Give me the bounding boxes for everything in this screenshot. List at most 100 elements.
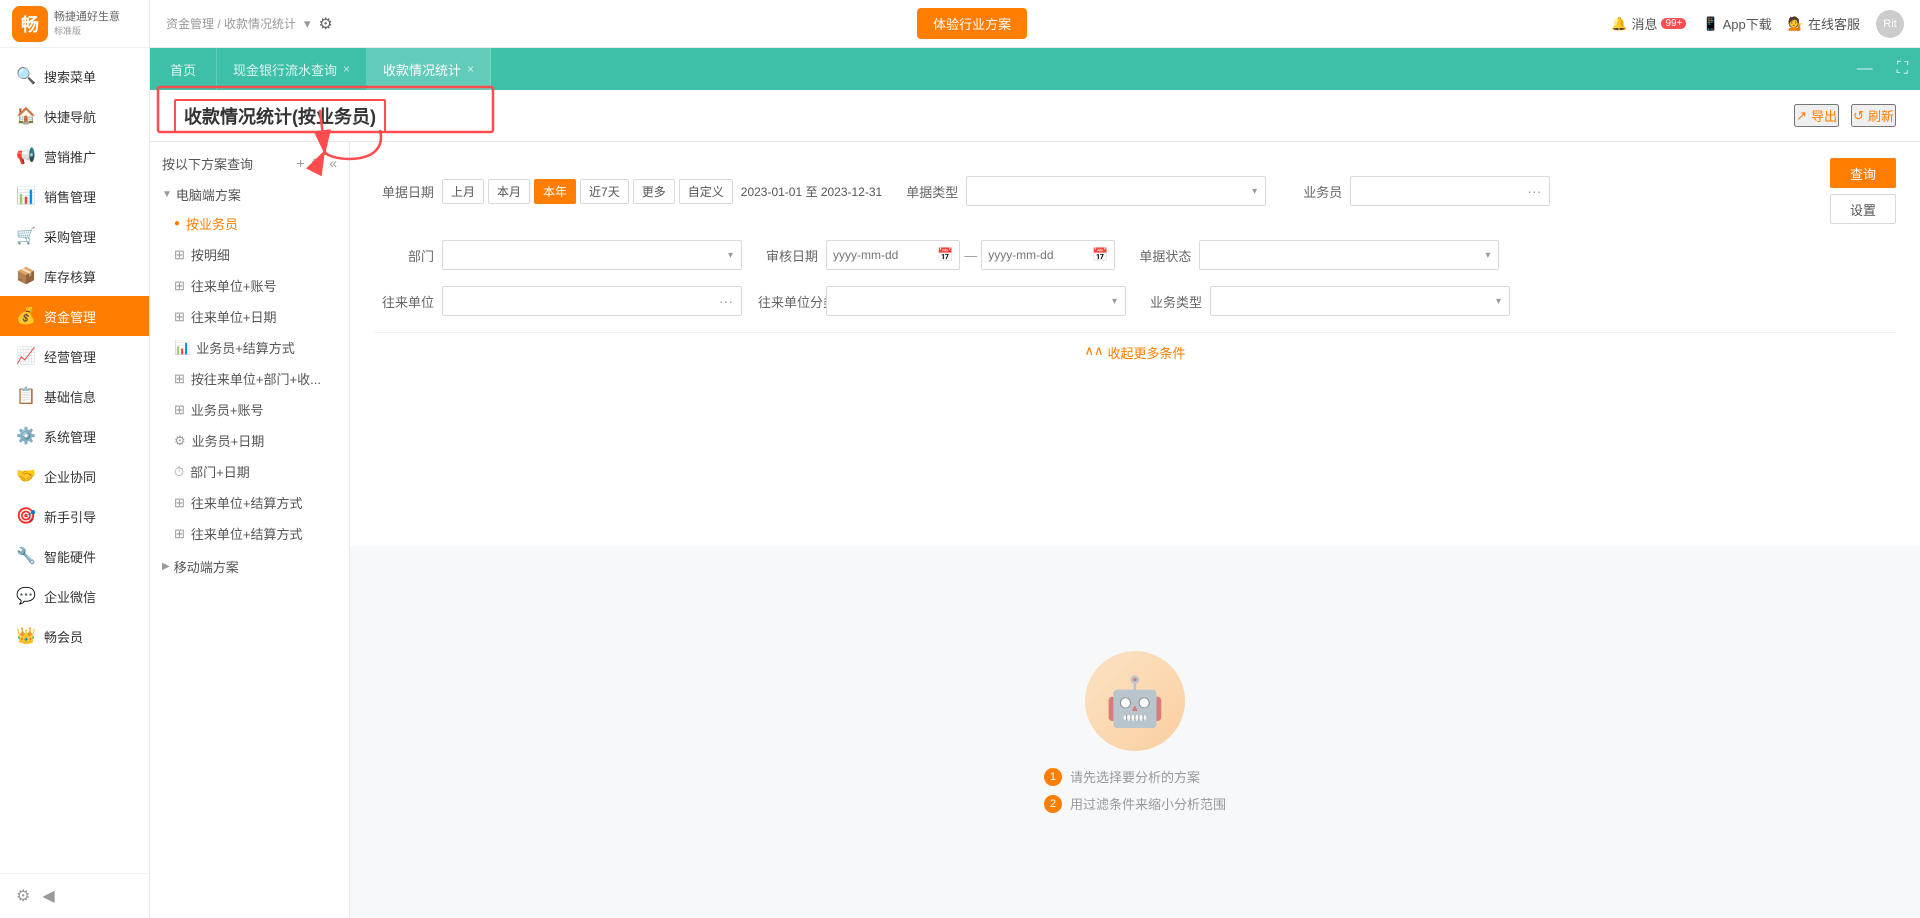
scheme-item-unit-settle2-label: 往来单位+结算方式 (191, 524, 303, 543)
biz-type-select[interactable]: ▾ (1210, 286, 1510, 316)
sidebar-item-finance[interactable]: 💰 资金管理 (0, 296, 149, 336)
scheme-item-staff-date-label: 业务员+日期 (192, 431, 265, 450)
scheme-item-staff-settle-label: 业务员+结算方式 (196, 338, 295, 357)
scheme-item-dept-date-label: 部门+日期 (190, 462, 250, 481)
scheme-item-unit-dept-collect[interactable]: ⊞ 按往来单位+部门+收... (150, 363, 349, 394)
tab-home[interactable]: 首页 (150, 48, 217, 90)
sidebar-item-sales[interactable]: 📊 销售管理 (0, 176, 149, 216)
bank-flow-tab-label: 现金银行流水查询 (233, 60, 337, 79)
filter-date-item: 单据日期 上月 本月 本年 近7天 更多 自定义 2023-01-01 至 20… (374, 179, 882, 204)
sidebar-item-operations[interactable]: 📈 经营管理 (0, 336, 149, 376)
sidebar-item-system[interactable]: ⚙️ 系统管理 (0, 416, 149, 456)
empty-step-1-label: 请先选择要分析的方案 (1070, 767, 1200, 786)
scheme-group-desktop-title[interactable]: ▼ 电脑端方案 (150, 181, 349, 208)
sidebar-item-enterprise[interactable]: 🤝 企业协同 (0, 456, 149, 496)
service-icon: 💁 (1788, 16, 1804, 32)
date-btn-this-month[interactable]: 本月 (488, 179, 530, 204)
purchase-icon: 🛒 (16, 226, 36, 246)
sidebar-settings-btn[interactable]: ⚙ (16, 886, 30, 906)
tab-collection-stats[interactable]: 收款情况统计 × (367, 48, 491, 90)
scheme-add-btn[interactable]: + (296, 155, 304, 172)
export-icon: ↗ (1796, 108, 1807, 124)
review-date-start-input[interactable] (833, 248, 933, 262)
notifications[interactable]: 🔔 消息 99+ (1611, 14, 1686, 33)
customer-service[interactable]: 💁 在线客服 (1788, 14, 1860, 33)
scheme-item-unit-account-label: 往来单位+账号 (191, 276, 277, 295)
scheme-item-staff-date[interactable]: ⚙ 业务员+日期 (150, 425, 349, 456)
calendar-end-icon[interactable]: 📅 (1092, 247, 1108, 263)
partner-more-icon[interactable]: ··· (719, 293, 733, 309)
notifications-badge: 99+ (1661, 18, 1686, 29)
step-num-2: 2 (1044, 795, 1062, 813)
partner-select[interactable]: ··· (442, 286, 742, 316)
sidebar-label-vip: 畅会员 (44, 627, 83, 646)
avatar[interactable]: Rit (1876, 10, 1904, 38)
app-download[interactable]: 📱 App下载 (1702, 14, 1771, 33)
staff-select[interactable]: ··· (1350, 176, 1550, 206)
sidebar-item-wechat[interactable]: 💬 企业微信 (0, 576, 149, 616)
tab-minimize-btn[interactable]: — (1845, 60, 1885, 78)
scheme-item-by-staff[interactable]: ● 按业务员 (150, 208, 349, 239)
sidebar-item-basic[interactable]: 📋 基础信息 (0, 376, 149, 416)
scheme-group-mobile: ▶ 移动端方案 (150, 553, 349, 580)
tab-collection-stats-close[interactable]: × (467, 62, 474, 76)
dept-arrow-icon: ▾ (728, 250, 733, 261)
scheme-item-unit-settle1[interactable]: ⊞ 往来单位+结算方式 (150, 487, 349, 518)
calendar-start-icon[interactable]: 📅 (937, 247, 953, 263)
scheme-item-unit-settle2[interactable]: ⊞ 往来单位+结算方式 (150, 518, 349, 549)
wechat-icon: 💬 (16, 586, 36, 606)
doc-status-select[interactable]: ▾ (1199, 240, 1499, 270)
scheme-group-mobile-title[interactable]: ▶ 移动端方案 (150, 553, 349, 580)
sidebar-item-marketing[interactable]: 📢 营销推广 (0, 136, 149, 176)
trial-button[interactable]: 体验行业方案 (917, 8, 1027, 39)
finance-icon: 💰 (16, 306, 36, 326)
query-button[interactable]: 查询 (1830, 158, 1896, 188)
sidebar-collapse-btn[interactable]: ◀ (42, 886, 54, 906)
tab-bank-flow[interactable]: 现金银行流水查询 × (217, 48, 367, 90)
tab-maximize-btn[interactable]: ⛶ (1885, 60, 1920, 78)
header-settings-icon[interactable]: ⚙ (319, 14, 333, 34)
sidebar-item-vip[interactable]: 👑 畅会员 (0, 616, 149, 656)
partner-category-select[interactable]: ▾ (826, 286, 1126, 316)
sidebar-item-smart[interactable]: 🔧 智能硬件 (0, 536, 149, 576)
sidebar-item-inventory[interactable]: 📦 库存核算 (0, 256, 149, 296)
scheme-item-by-detail[interactable]: ⊞ 按明细 (150, 239, 349, 270)
scheme-settings-btn[interactable]: ⚙ (311, 155, 324, 172)
scheme-item-staff-account[interactable]: ⊞ 业务员+账号 (150, 394, 349, 425)
date-btn-more[interactable]: 更多 (633, 179, 675, 204)
refresh-button[interactable]: ↺ 刷新 (1851, 104, 1896, 127)
doc-type-select[interactable]: ▾ (966, 176, 1266, 206)
staff-more-icon[interactable]: ··· (1527, 183, 1541, 199)
sidebar-item-guide[interactable]: 🎯 新手引导 (0, 496, 149, 536)
date-btn-custom[interactable]: 自定义 (679, 179, 733, 204)
smart-icon: 🔧 (16, 546, 36, 566)
date-btn-group: 上月 本月 本年 近7天 更多 自定义 (442, 179, 733, 204)
filter-settings-button[interactable]: 设置 (1830, 194, 1896, 224)
sidebar-item-quick-nav[interactable]: 🏠 快捷导航 (0, 96, 149, 136)
sidebar-item-purchase[interactable]: 🛒 采购管理 (0, 216, 149, 256)
review-date-end-input[interactable] (988, 248, 1088, 262)
date-separator: — (964, 248, 977, 263)
scheme-item-unit-date[interactable]: ⊞ 往来单位+日期 (150, 301, 349, 332)
date-btn-this-year[interactable]: 本年 (534, 179, 576, 204)
empty-step-1: 1 请先选择要分析的方案 (1044, 767, 1226, 786)
tab-bank-flow-close[interactable]: × (343, 62, 350, 76)
scheme-item-staff-settle[interactable]: 📊 业务员+结算方式 (150, 332, 349, 363)
breadcrumb-dropdown-icon[interactable]: ▾ (304, 16, 311, 32)
system-icon: ⚙️ (16, 426, 36, 446)
dept-select[interactable]: ▾ (442, 240, 742, 270)
home-icon: 🏠 (16, 106, 36, 126)
scheme-item-dept-date[interactable]: ⏱ 部门+日期 (150, 456, 349, 487)
sidebar-item-search[interactable]: 🔍 搜索菜单 (0, 56, 149, 96)
review-date-start: 📅 (826, 240, 960, 270)
export-button[interactable]: ↗ 导出 (1794, 104, 1839, 127)
date-btn-7days[interactable]: 近7天 (580, 179, 629, 204)
scheme-collapse-btn[interactable]: « (329, 155, 337, 172)
date-btn-last-month[interactable]: 上月 (442, 179, 484, 204)
download-icon: 📱 (1702, 16, 1718, 32)
result-area: 🤖 1 请先选择要分析的方案 2 用过滤条件来缩小分析范围 (350, 546, 1920, 918)
scheme-item-unit-account[interactable]: ⊞ 往来单位+账号 (150, 270, 349, 301)
doc-status-arrow-icon: ▾ (1485, 250, 1490, 261)
app-download-label: App下载 (1723, 14, 1772, 33)
collapse-bar[interactable]: ∧∧ 收起更多条件 (374, 332, 1896, 372)
